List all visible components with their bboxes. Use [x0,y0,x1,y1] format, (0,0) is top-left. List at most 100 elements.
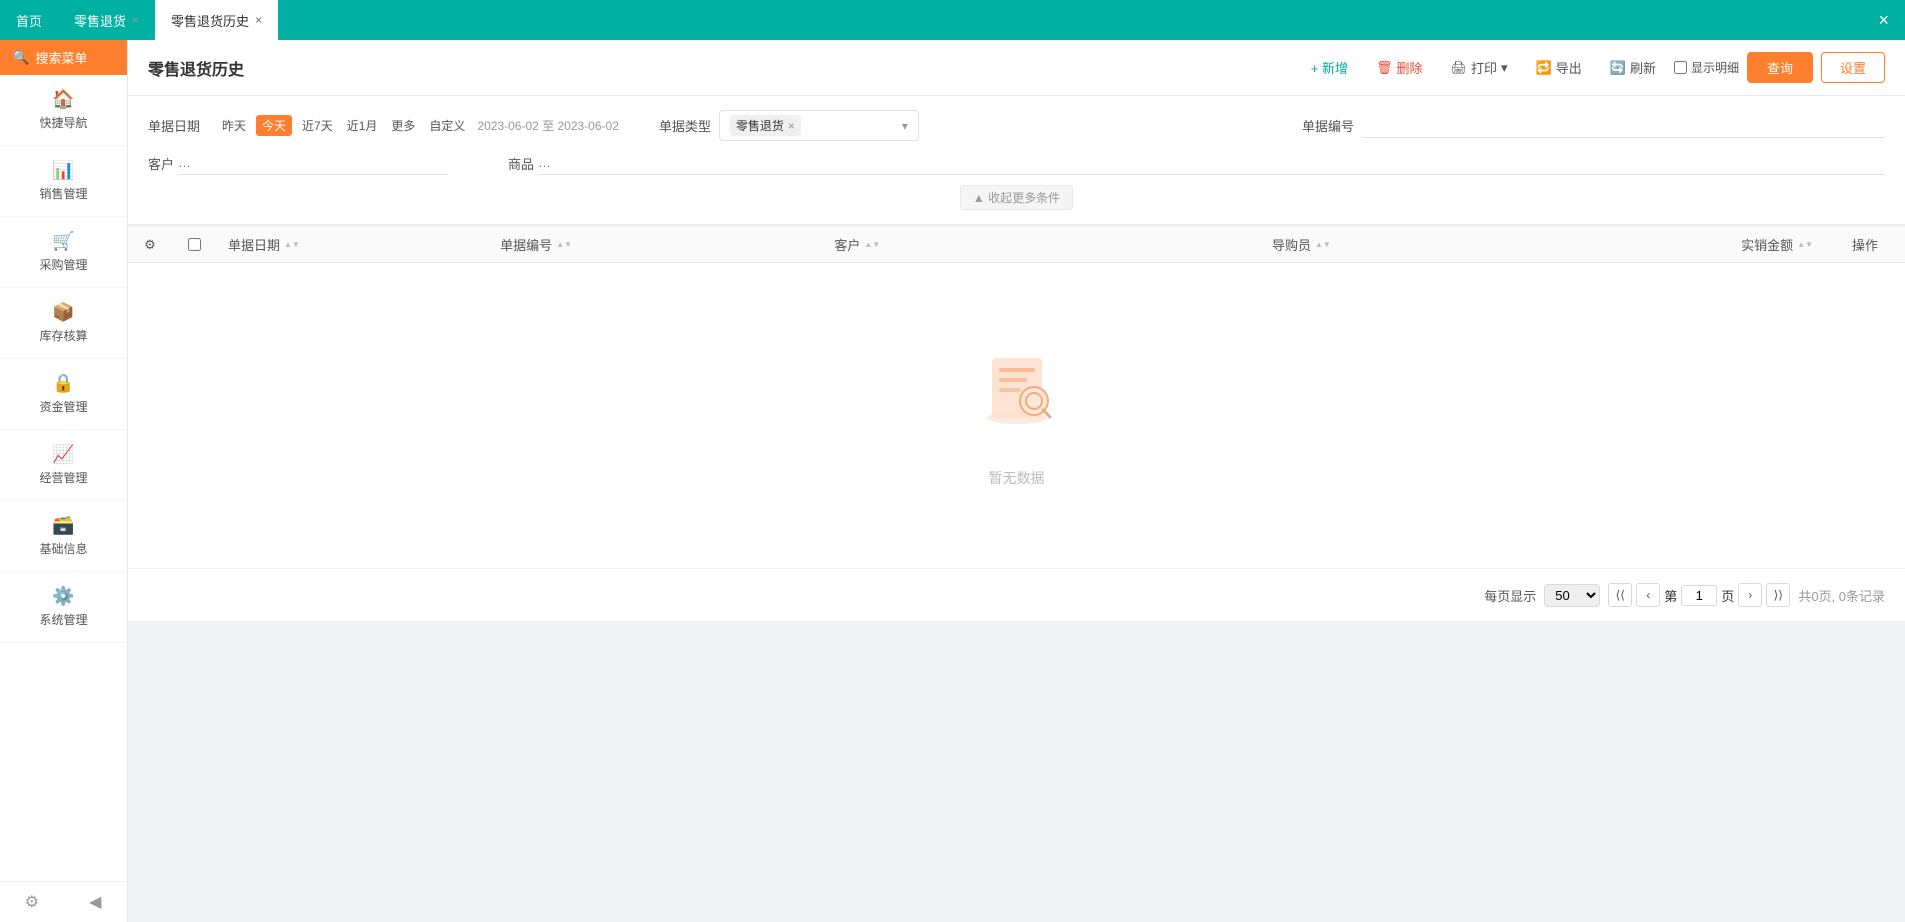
number-col-label: 单据编号 [500,235,552,254]
page-last-button[interactable]: ⟩⟩ [1766,583,1790,607]
print-arrow: ▾ [1501,60,1508,76]
sidebar-label-3: 库存核算 [39,327,87,344]
page-title: 零售退货历史 [148,56,244,80]
show-detail-checkbox[interactable]: 显示明细 [1674,59,1739,76]
collapse-row: ▲ 收起更多条件 [148,185,1885,210]
tab-零售退货历史[interactable]: 零售退货历史× [155,0,278,40]
date-col-header: 单据日期 ▲▼ [216,235,488,254]
sidebar-item-0[interactable]: 🏠快捷导航 [0,75,127,146]
window-close-button[interactable]: × [1862,10,1905,31]
settings-col[interactable]: ⚙ [128,237,172,253]
amount-col-label: 实销金额 [1741,235,1793,254]
type-label: 单据类型 [659,116,719,135]
page-actions: + 新增 🗑 删除 🖨 打印 ▾ 🔁 导出 🔄 刷新 显示明细 [1301,52,1885,83]
sidebar-settings-button[interactable]: ⚙ [0,882,64,922]
page-text-label: 第 [1664,586,1677,605]
guide-col-label: 导购员 [1272,235,1311,254]
add-button[interactable]: + 新增 [1301,54,1358,81]
guide-col-header: 导购员 ▲▼ [1260,235,1594,254]
date-btn-近1月[interactable]: 近1月 [343,115,382,136]
empty-state: 暂无数据 [128,263,1905,568]
page-first-button[interactable]: ⟨⟨ [1608,583,1632,607]
check-all-input[interactable] [188,238,201,251]
sidebar: 🔍 搜索菜单 🏠快捷导航📊销售管理🛒采购管理 📦 库存核算 🔒资金管理📈经营管理 🗃️ 基… [0,40,128,922]
filter-row-1: 单据日期 昨天今天近7天近1月更多自定义 2023-06-02 至 2023-0… [148,110,1885,141]
amount-sort-icon[interactable]: ▲▼ [1797,241,1813,249]
sidebar-icon-7: ⚙️ [52,586,74,607]
customer-input[interactable] [178,151,448,175]
sidebar-icon-1: 📊 [52,160,74,181]
export-button[interactable]: 🔁 导出 [1526,54,1592,81]
date-btn-今天[interactable]: 今天 [256,115,292,136]
sidebar-item-5[interactable]: 📈经营管理 [0,430,127,501]
type-tag-text: 零售退货 [736,117,784,134]
table-container: ⚙ 单据日期 ▲▼ 单据编号 ▲▼ 客户 ▲▼ 导购员 ▲▼ 实销金额 [128,227,1905,568]
check-all-col[interactable] [172,238,216,251]
customer-filter-container: 客户 [148,151,448,175]
action-col-label: 操作 [1852,235,1878,254]
date-btn-自定义[interactable]: 自定义 [425,115,469,136]
date-buttons: 昨天今天近7天近1月更多自定义 [218,115,469,136]
sidebar-item-4[interactable]: 🔒资金管理 [0,359,127,430]
customer-label: 客户 [148,154,178,173]
tab-首页[interactable]: 首页 [0,0,58,40]
empty-text: 暂无数据 [989,468,1045,488]
filter-panel: 单据日期 昨天今天近7天近1月更多自定义 2023-06-02 至 2023-0… [128,96,1905,225]
sidebar-icon-3: 📦 [52,302,74,323]
empty-icon [972,343,1062,452]
delete-button[interactable]: 🗑 删除 [1366,54,1433,81]
query-button[interactable]: 查询 [1747,52,1813,83]
sidebar-item-1[interactable]: 📊销售管理 [0,146,127,217]
print-button[interactable]: 🖨 打印 ▾ [1440,54,1517,81]
tab-close-零售退货[interactable]: × [132,13,139,27]
sidebar-search-label: 搜索菜单 [35,48,87,67]
tab-close-零售退货历史[interactable]: × [255,13,262,27]
show-detail-input[interactable] [1674,61,1687,74]
top-bar: 首页零售退货×零售退货历史× × [0,0,1905,40]
per-page-select[interactable]: 50 20 100 [1544,584,1600,607]
date-range-text: 2023-06-02 至 2023-06-02 [477,117,618,134]
type-tag-remove[interactable]: × [788,119,795,133]
sidebar-item-3[interactable]: 📦 库存核算 [0,288,127,359]
action-col-header: 操作 [1825,235,1905,254]
set-button[interactable]: 设置 [1821,52,1885,83]
date-btn-更多[interactable]: 更多 [387,115,419,136]
guide-sort-icon[interactable]: ▲▼ [1315,241,1331,249]
date-sort-icon[interactable]: ▲▼ [284,241,300,249]
delete-label: 删除 [1396,58,1422,77]
goods-label: 商品 [508,154,538,173]
page-next-button[interactable]: › [1738,583,1762,607]
amount-col-header: 实销金额 ▲▼ [1594,235,1825,254]
sidebar-label-6: 基础信息 [39,540,87,557]
sidebar-collapse-button[interactable]: ◀ [64,882,128,922]
pagination: 每页显示 50 20 100 ⟨⟨ ‹ 第 页 › ⟩⟩ 共0页, 0条记录 [128,568,1905,621]
collapse-button[interactable]: ▲ 收起更多条件 [960,185,1073,210]
page-number-input[interactable] [1681,585,1717,606]
number-sort-icon[interactable]: ▲▼ [556,241,572,249]
refresh-button[interactable]: 🔄 刷新 [1600,54,1666,81]
date-col-label: 单据日期 [228,235,280,254]
date-btn-昨天[interactable]: 昨天 [218,115,250,136]
sidebar-icon-0: 🏠 [52,89,74,110]
sidebar-search[interactable]: 🔍 搜索菜单 [0,40,127,75]
sidebar-item-2[interactable]: 🛒采购管理 [0,217,127,288]
customer-sort-icon[interactable]: ▲▼ [864,241,880,249]
per-page-label: 每页显示 [1484,586,1536,605]
date-btn-近7天[interactable]: 近7天 [298,115,337,136]
tab-零售退货[interactable]: 零售退货× [58,0,155,40]
sidebar-label-2: 采购管理 [39,256,87,273]
page-prev-button[interactable]: ‹ [1636,583,1660,607]
search-icon: 🔍 [12,49,29,66]
type-select[interactable]: 零售退货 × ▾ [719,110,919,141]
sidebar-item-6[interactable]: 🗃️ 基础信息 [0,501,127,572]
sidebar-item-7[interactable]: ⚙️系统管理 [0,572,127,643]
print-label: 打印 [1471,58,1497,77]
goods-input[interactable] [538,151,1885,175]
export-label: 导出 [1556,58,1582,77]
customer-col-header: 客户 ▲▼ [822,235,1260,254]
table-settings-icon: ⚙ [144,237,156,253]
number-input[interactable] [1362,114,1885,138]
sidebar-icon-4: 🔒 [52,373,74,394]
sidebar-icon-6: 🗃️ [52,515,74,536]
sidebar-icon-5: 📈 [52,444,74,465]
